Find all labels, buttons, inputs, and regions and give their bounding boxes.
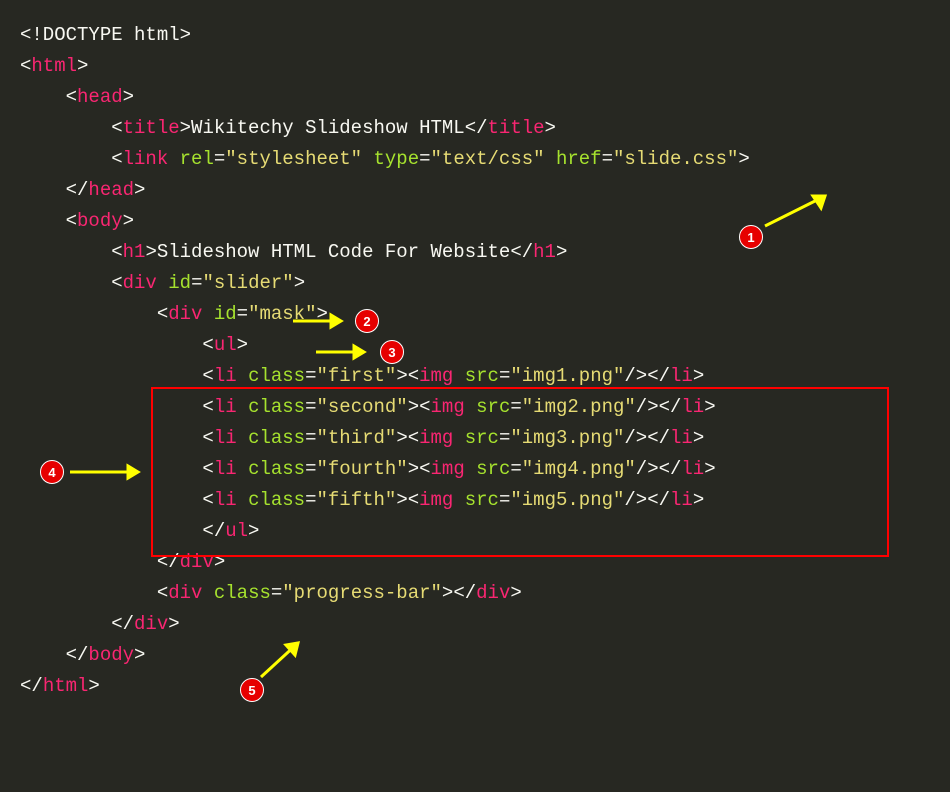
title-close-tag: title	[488, 117, 545, 139]
h1-text: Slideshow HTML Code For Website	[157, 241, 510, 263]
id-attr-mask: id	[214, 303, 237, 325]
title-text: Wikitechy Slideshow HTML	[191, 117, 465, 139]
body-open-tag: body	[77, 210, 123, 232]
href-val: "slide.css"	[613, 148, 738, 170]
div-progress-open: div	[168, 582, 202, 604]
class-attr-progress: class	[214, 582, 271, 604]
body-close-tag: body	[88, 644, 134, 666]
div-mask-open: div	[168, 303, 202, 325]
img1-tag: img	[419, 365, 453, 387]
callout-5: 5	[240, 678, 264, 702]
li1-open: li	[214, 365, 237, 387]
h1-open-tag: h1	[123, 241, 146, 263]
li1-class: "first"	[316, 365, 396, 387]
progress-val: "progress-bar"	[282, 582, 442, 604]
id-attr-slider: id	[168, 272, 191, 294]
div-slider-open: div	[123, 272, 157, 294]
div-progress-close: div	[476, 582, 510, 604]
head-close-tag: head	[88, 179, 134, 201]
h1-close-tag: h1	[533, 241, 556, 263]
src-attr-1: src	[465, 365, 499, 387]
rel-val: "stylesheet"	[225, 148, 362, 170]
li1-close: li	[670, 365, 693, 387]
head-open-tag: head	[77, 86, 123, 108]
rel-attr: rel	[180, 148, 214, 170]
code-annotated-screenshot: <!DOCTYPE html> <html> <head> <title>Wik…	[0, 0, 950, 792]
callout-4: 4	[40, 460, 64, 484]
html-open-tag: html	[31, 55, 77, 77]
doctype-line: <!DOCTYPE html>	[20, 24, 191, 46]
li-highlight-box	[151, 387, 889, 557]
type-attr: type	[374, 148, 420, 170]
callout-2: 2	[355, 309, 379, 333]
callout-3: 3	[380, 340, 404, 364]
title-open-tag: title	[123, 117, 180, 139]
callout-1: 1	[739, 225, 763, 249]
arrow-1	[755, 186, 845, 236]
type-val: "text/css"	[431, 148, 545, 170]
html-close-tag: html	[43, 675, 89, 697]
class-attr-1: class	[248, 365, 305, 387]
href-attr: href	[556, 148, 602, 170]
link-tag: link	[123, 148, 169, 170]
img1-src: "img1.png"	[510, 365, 624, 387]
div-slider-close: div	[134, 613, 168, 635]
ul-open-tag: ul	[214, 334, 237, 356]
slider-val: "slider"	[202, 272, 293, 294]
mask-val: "mask"	[248, 303, 316, 325]
